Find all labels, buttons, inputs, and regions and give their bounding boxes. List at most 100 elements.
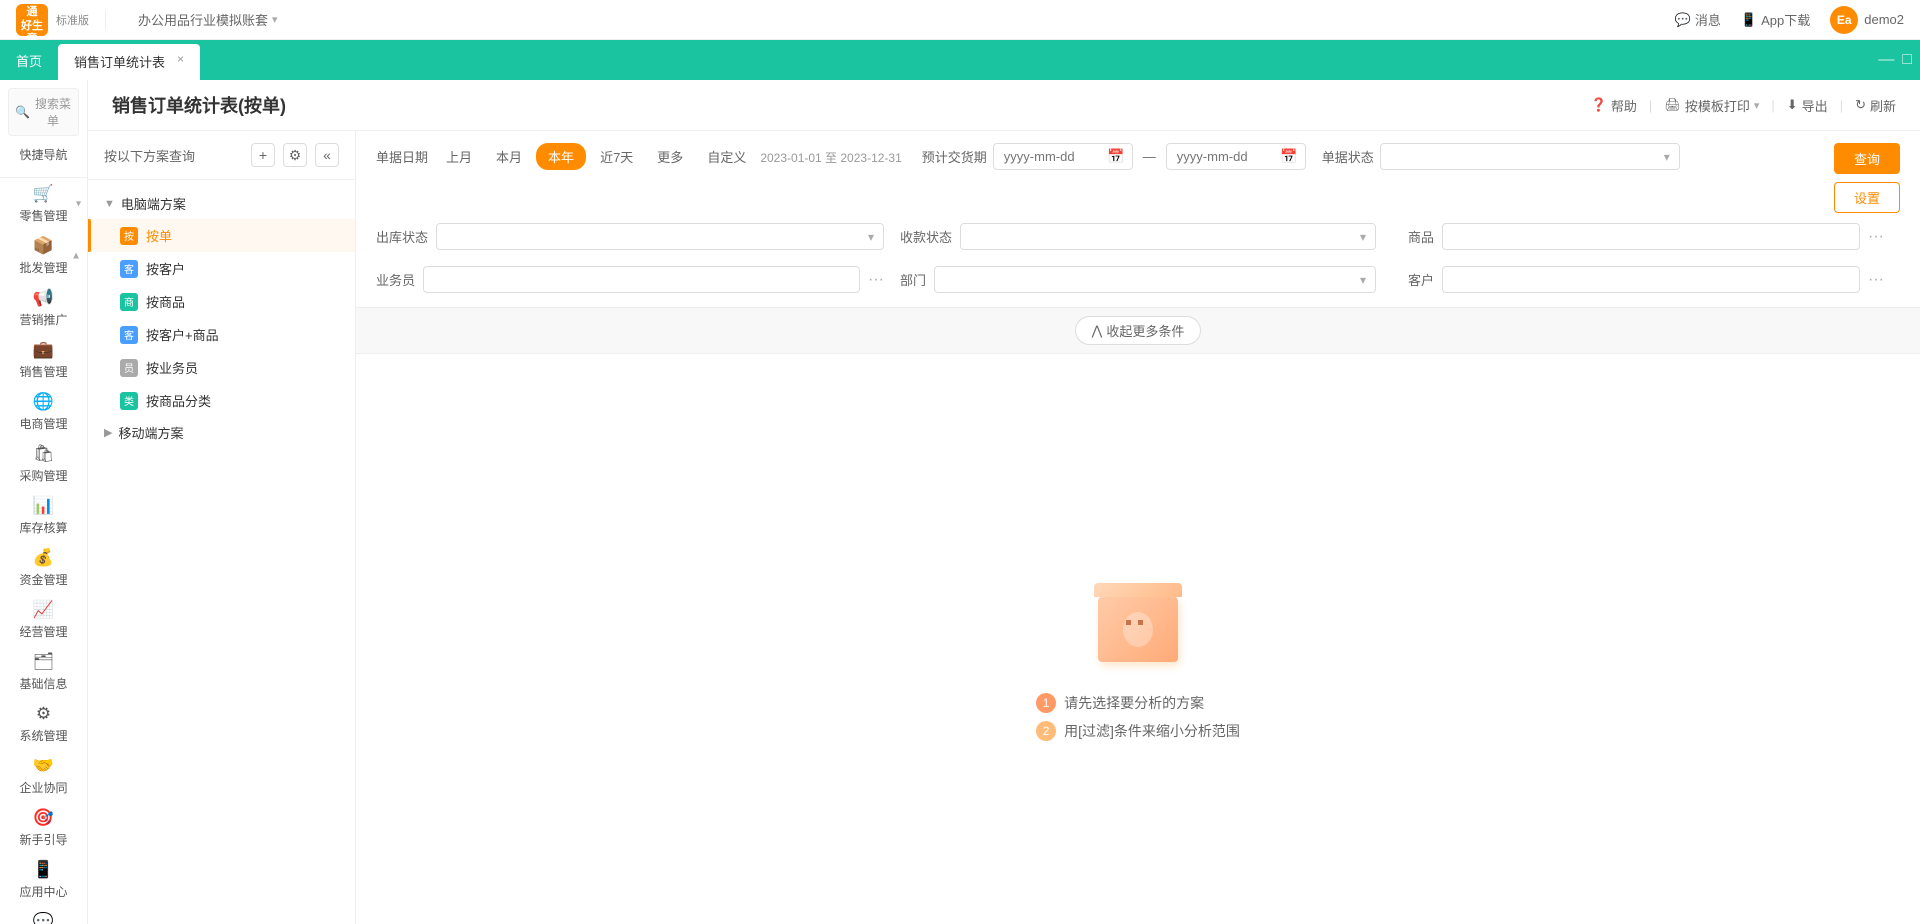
export-icon: ⬇	[1787, 97, 1798, 113]
sidebar-item-basic[interactable]: 🗂 基础信息	[0, 646, 87, 698]
app-title-dropdown-icon[interactable]: ▾	[272, 13, 278, 26]
print-dropdown-icon[interactable]: ▾	[1754, 99, 1760, 112]
customer-input[interactable]	[1442, 266, 1860, 293]
delivery-select[interactable]	[436, 223, 884, 250]
date-btn-more[interactable]: 更多	[647, 143, 693, 170]
payment-select[interactable]	[960, 223, 1376, 250]
customer-more-icon[interactable]: ···	[1868, 271, 1884, 289]
sidebar-item-wholesale[interactable]: 📦 批发管理 ▲	[0, 230, 87, 282]
search-icon: 🔍	[15, 105, 30, 119]
salesperson-input[interactable]	[423, 266, 860, 293]
payment-filter-cell: 收款状态	[884, 217, 1392, 256]
add-icon: +	[259, 147, 267, 163]
query-button[interactable]: 查询	[1834, 143, 1900, 174]
empty-text-list: 1 请先选择要分析的方案 2 用[过滤]条件来缩小分析范围	[1036, 693, 1240, 741]
query-buttons: 查询 设置	[1834, 143, 1900, 213]
expected-date-group: 预计交货期 📅 — 📅	[922, 143, 1306, 170]
tabbar: 首页 销售订单统计表 × — □	[0, 40, 1920, 80]
nav-group: 🛒 零售管理 ▾ 📦 批发管理 ▲ 📢 营销推广 💼 销售管理 🌐 电商管理	[0, 178, 87, 924]
sidebar-item-sales[interactable]: 💼 销售管理	[0, 334, 87, 386]
collapse-panel-button[interactable]: «	[315, 143, 339, 167]
left-panel-header: 按以下方案查询 + ⚙ «	[88, 131, 355, 180]
tree-item-icon-by-salesperson: 员	[120, 359, 138, 377]
add-scheme-button[interactable]: +	[251, 143, 275, 167]
tree-item-by-category[interactable]: 类 按商品分类	[88, 384, 355, 417]
empty-eye-left	[1126, 620, 1131, 625]
calendar-start-icon[interactable]: 📅	[1107, 148, 1124, 165]
operation-icon: 📈	[33, 600, 54, 620]
tree-item-by-goods[interactable]: 商 按商品	[88, 285, 355, 318]
user-menu[interactable]: Ea demo2	[1830, 6, 1904, 34]
refresh-button[interactable]: ↻ 刷新	[1855, 96, 1896, 115]
date-label: 单据日期	[376, 147, 428, 166]
date-btn-custom[interactable]: 自定义	[697, 143, 756, 170]
scheme-settings-button[interactable]: ⚙	[283, 143, 307, 167]
quick-nav-button[interactable]: 快捷导航	[8, 140, 79, 169]
sidebar-item-wechat[interactable]: 💬 企业微信	[0, 906, 87, 924]
tree-group-mobile[interactable]: ▶ 移动端方案	[88, 417, 355, 448]
sidebar-item-finance[interactable]: 💰 资金管理	[0, 542, 87, 594]
sidebar-item-operation[interactable]: 📈 经营管理	[0, 594, 87, 646]
goods-filter-cell: 商品 ···	[1392, 217, 1900, 256]
tree-group-mobile-arrow-icon: ▶	[104, 426, 112, 439]
date-btn-last-month[interactable]: 上月	[436, 143, 482, 170]
payment-select-wrapper	[960, 223, 1376, 250]
logo-text: 标准版	[56, 12, 89, 28]
tree-item-icon-by-goods: 商	[120, 293, 138, 311]
sidebar-item-ecommerce[interactable]: 🌐 电商管理	[0, 386, 87, 438]
tab-maximize-icon[interactable]: □	[1902, 51, 1912, 69]
goods-label: 商品	[1408, 227, 1434, 246]
message-button[interactable]: 💬 消息	[1675, 10, 1721, 29]
app-download-button[interactable]: 📱 App下载	[1741, 10, 1810, 29]
status-select-wrapper	[1380, 143, 1680, 170]
right-panel: 销售订单统计表(按单) ❓ 帮助 | 🖨 按模板打印 ▾ | ⬇ 导出 |	[88, 80, 1920, 924]
date-btn-last-7-days[interactable]: 近7天	[590, 143, 643, 170]
salesperson-more-icon[interactable]: ···	[868, 271, 884, 289]
app-title[interactable]: 办公用品行业模拟账套 ▾	[138, 10, 278, 29]
dept-select[interactable]	[934, 266, 1376, 293]
sidebar-item-inventory[interactable]: 📊 库存核算	[0, 490, 87, 542]
help-button[interactable]: ❓ 帮助	[1591, 96, 1637, 115]
sidebar-item-system[interactable]: ⚙ 系统管理	[0, 698, 87, 750]
expected-date-end-wrapper: 📅	[1166, 143, 1306, 170]
tree-group-arrow-icon: ▼	[104, 198, 115, 210]
date-btn-this-year[interactable]: 本年	[536, 143, 586, 170]
tab-home[interactable]: 首页	[0, 40, 58, 80]
sidebar-item-marketing[interactable]: 📢 营销推广	[0, 282, 87, 334]
empty-state: 1 请先选择要分析的方案 2 用[过滤]条件来缩小分析范围	[356, 354, 1920, 924]
search-menu-button[interactable]: 🔍 搜索菜单	[8, 88, 79, 136]
goods-more-icon[interactable]: ···	[1868, 228, 1884, 246]
collapse-arrow-icon: ⋀	[1092, 323, 1103, 339]
tree-item-by-salesperson[interactable]: 员 按业务员	[88, 351, 355, 384]
sidebar-item-retail[interactable]: 🛒 零售管理 ▾	[0, 178, 87, 230]
filter-section: 单据日期 上月 本月 本年 近7天 更多 自定义 2023-01-01 至 20…	[356, 131, 1920, 307]
sidebar-item-apps[interactable]: 📱 应用中心	[0, 854, 87, 906]
tab-close-icon[interactable]: ×	[177, 52, 184, 66]
sidebar-item-purchase[interactable]: 🛍 采购管理	[0, 438, 87, 490]
status-select[interactable]	[1380, 143, 1680, 170]
delivery-select-wrapper	[436, 223, 884, 250]
download-icon: 📱	[1741, 12, 1757, 28]
tree-item-by-customer[interactable]: 客 按客户	[88, 252, 355, 285]
goods-input[interactable]	[1442, 223, 1860, 250]
tree-group-pc[interactable]: ▼ 电脑端方案	[88, 188, 355, 219]
empty-illustration	[1068, 537, 1208, 677]
settings-button[interactable]: 设置	[1834, 182, 1900, 213]
collapse-more-button[interactable]: ⋀ 收起更多条件	[1075, 316, 1202, 345]
step-2-icon: 2	[1036, 721, 1056, 741]
calendar-end-icon[interactable]: 📅	[1280, 148, 1297, 165]
tree-item-by-customer-goods[interactable]: 客 按客户+商品	[88, 318, 355, 351]
sidebar-item-newbie[interactable]: 🎯 新手引导	[0, 802, 87, 854]
inventory-icon: 📊	[33, 496, 54, 516]
print-button[interactable]: 🖨 按模板打印 ▾	[1664, 96, 1759, 115]
date-btn-this-month[interactable]: 本月	[486, 143, 532, 170]
tree-item-icon-by-category: 类	[120, 392, 138, 410]
left-panel-actions: + ⚙ «	[251, 143, 339, 167]
tree-item-by-order[interactable]: 按 按单	[88, 219, 355, 252]
tab-sales-order-stats[interactable]: 销售订单统计表 ×	[58, 44, 200, 80]
tab-minimize-icon[interactable]: —	[1878, 51, 1894, 69]
sidebar-item-corp[interactable]: 🤝 企业协同	[0, 750, 87, 802]
expand-arrow-icon: ▾	[76, 199, 81, 210]
newbie-icon: 🎯	[33, 808, 54, 828]
export-button[interactable]: ⬇ 导出	[1787, 96, 1828, 115]
